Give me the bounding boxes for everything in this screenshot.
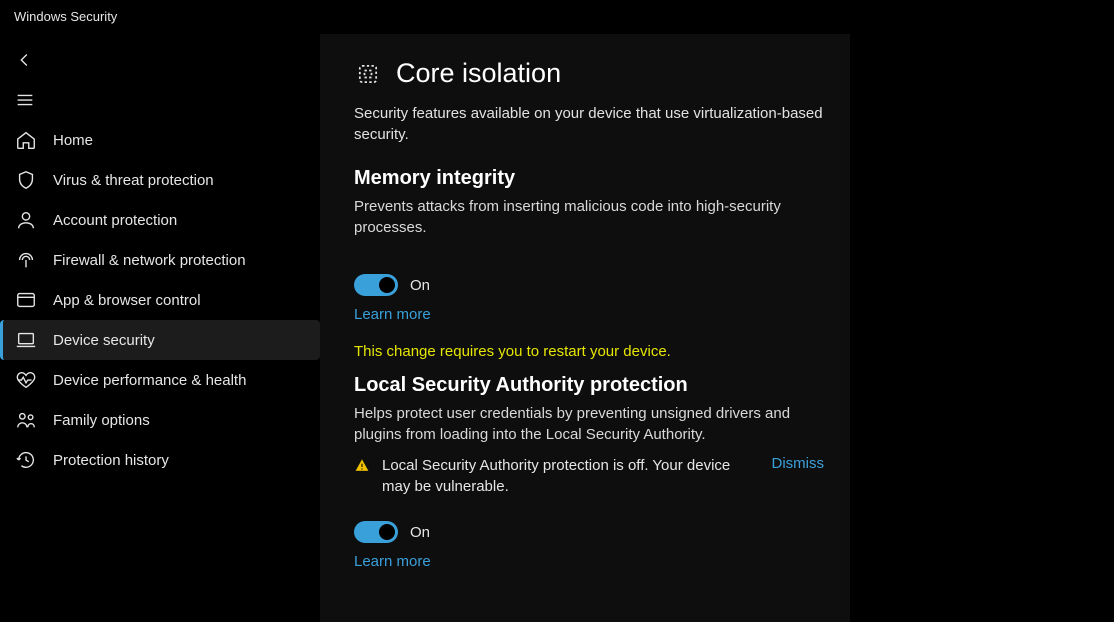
sidebar-item-label: Account protection bbox=[53, 212, 177, 229]
sidebar-item-family[interactable]: Family options bbox=[0, 400, 320, 440]
sidebar-item-label: Protection history bbox=[53, 452, 169, 469]
sidebar-item-home[interactable]: Home bbox=[0, 120, 320, 160]
sidebar-item-account[interactable]: Account protection bbox=[0, 200, 320, 240]
family-icon bbox=[15, 409, 37, 431]
shield-icon bbox=[15, 169, 37, 191]
main-panel: Core isolation Security features availab… bbox=[320, 34, 850, 622]
chip-icon bbox=[354, 60, 382, 88]
sidebar-item-label: Home bbox=[53, 132, 93, 149]
sidebar-item-label: Device security bbox=[53, 332, 155, 349]
page-title: Core isolation bbox=[396, 58, 561, 89]
history-icon bbox=[15, 449, 37, 471]
antenna-icon bbox=[15, 249, 37, 271]
sidebar-item-virus[interactable]: Virus & threat protection bbox=[0, 160, 320, 200]
sidebar-item-firewall[interactable]: Firewall & network protection bbox=[0, 240, 320, 280]
lsa-protection-toggle[interactable] bbox=[354, 521, 398, 543]
browser-icon bbox=[15, 289, 37, 311]
back-icon[interactable] bbox=[14, 49, 36, 71]
laptop-icon bbox=[15, 329, 37, 351]
person-icon bbox=[15, 209, 37, 231]
memory-integrity-toggle-state: On bbox=[410, 277, 430, 294]
sidebar-item-history[interactable]: Protection history bbox=[0, 440, 320, 480]
sidebar-item-label: App & browser control bbox=[53, 292, 201, 309]
sidebar-item-device-security[interactable]: Device security bbox=[0, 320, 320, 360]
menu-icon[interactable] bbox=[14, 89, 36, 111]
sidebar-item-label: Virus & threat protection bbox=[53, 172, 214, 189]
heart-icon bbox=[15, 369, 37, 391]
lsa-protection-toggle-state: On bbox=[410, 524, 430, 541]
lsa-protection-title: Local Security Authority protection bbox=[354, 374, 824, 397]
warning-icon bbox=[354, 457, 370, 473]
sidebar: Home Virus & threat protection Account p… bbox=[0, 34, 320, 622]
lsa-protection-description: Helps protect user credentials by preven… bbox=[354, 403, 824, 445]
memory-integrity-toggle[interactable] bbox=[354, 274, 398, 296]
page-description: Security features available on your devi… bbox=[354, 103, 824, 145]
memory-integrity-description: Prevents attacks from inserting maliciou… bbox=[354, 196, 824, 238]
restart-required-notice: This change requires you to restart your… bbox=[354, 343, 824, 360]
memory-integrity-title: Memory integrity bbox=[354, 167, 824, 190]
lsa-warning-text: Local Security Authority protection is o… bbox=[382, 455, 760, 497]
sidebar-item-app-browser[interactable]: App & browser control bbox=[0, 280, 320, 320]
sidebar-item-label: Device performance & health bbox=[53, 372, 246, 389]
sidebar-item-label: Firewall & network protection bbox=[53, 252, 246, 269]
sidebar-item-performance[interactable]: Device performance & health bbox=[0, 360, 320, 400]
sidebar-item-label: Family options bbox=[53, 412, 150, 429]
window-title: Windows Security bbox=[0, 0, 1114, 34]
home-icon bbox=[15, 129, 37, 151]
lsa-learn-more-link[interactable]: Learn more bbox=[354, 553, 431, 570]
dismiss-link[interactable]: Dismiss bbox=[772, 455, 825, 472]
memory-integrity-learn-more-link[interactable]: Learn more bbox=[354, 306, 431, 323]
